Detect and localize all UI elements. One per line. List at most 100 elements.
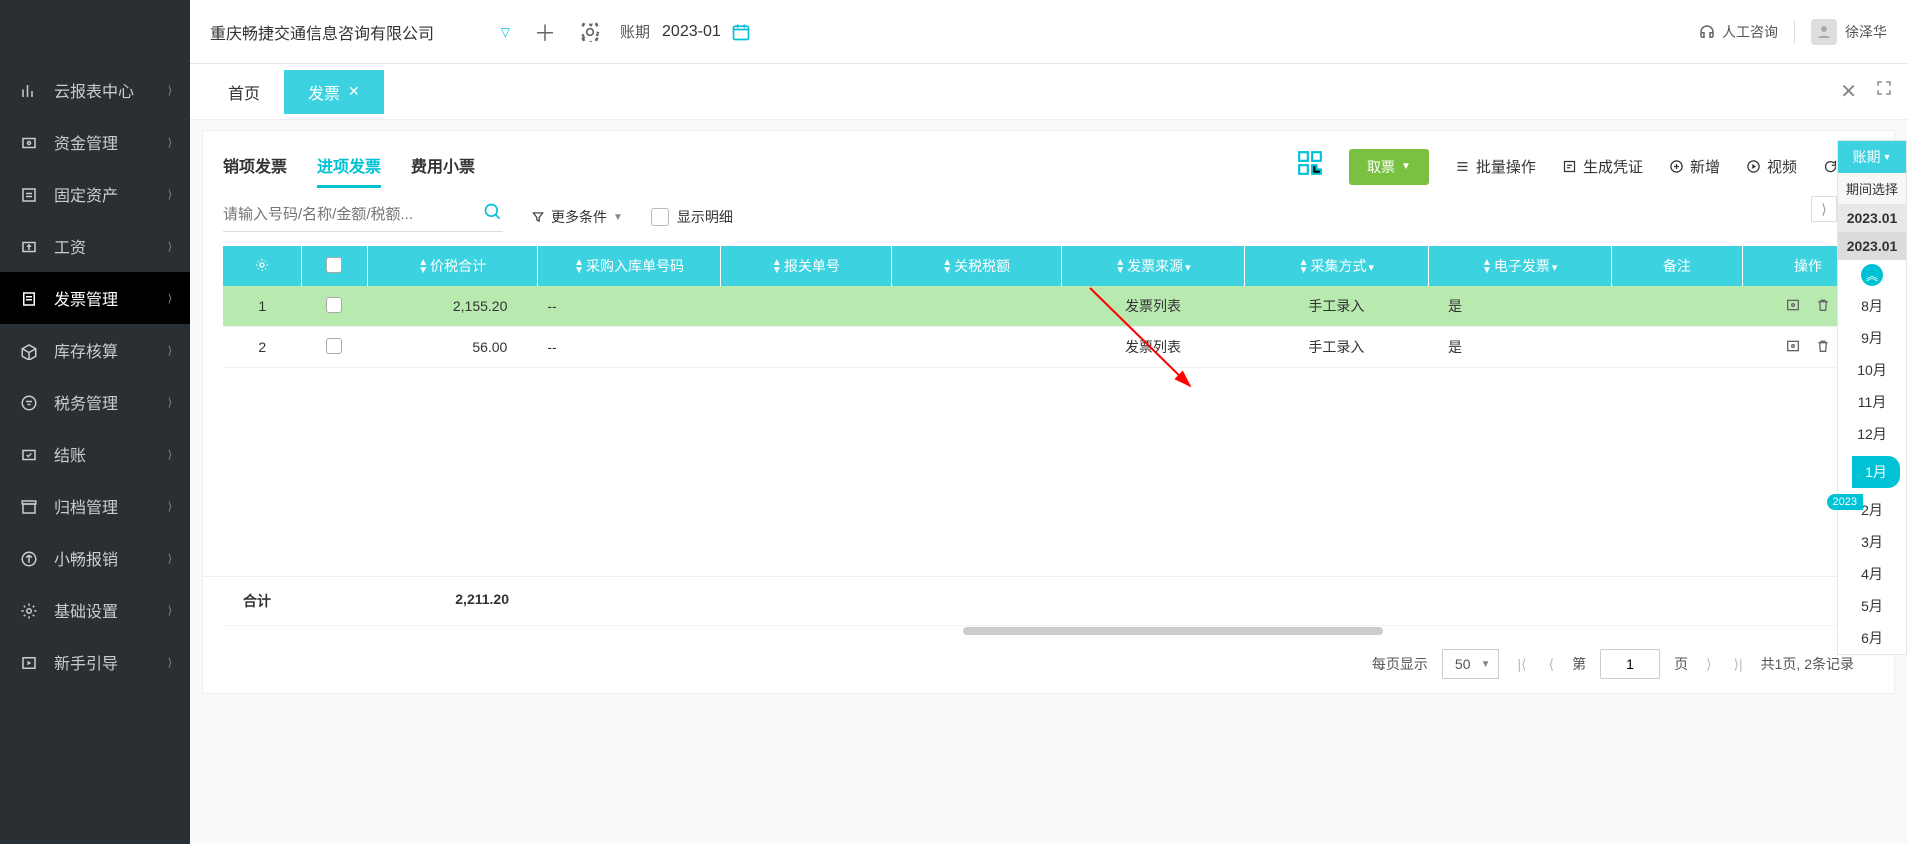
row-checkbox-cell bbox=[302, 327, 367, 368]
delete-icon[interactable] bbox=[1815, 338, 1831, 357]
period-collapse-button[interactable]: ⟩ bbox=[1811, 196, 1837, 222]
divider bbox=[1794, 20, 1795, 44]
next-page-button[interactable]: ⟩ bbox=[1702, 656, 1715, 673]
period-month[interactable]: 3月 bbox=[1838, 526, 1906, 558]
checkbox-icon[interactable] bbox=[326, 257, 342, 273]
period-month[interactable]: 9月 bbox=[1838, 322, 1906, 354]
list-icon bbox=[1455, 159, 1470, 174]
sort-icon: ▲▼ bbox=[942, 259, 952, 275]
period-month[interactable]: 8月 bbox=[1838, 290, 1906, 322]
page-input[interactable] bbox=[1600, 649, 1660, 679]
fetch-invoice-button[interactable]: 取票 ▼ bbox=[1349, 149, 1429, 185]
tab-首页[interactable]: 首页 bbox=[204, 70, 284, 114]
col-label: 电子发票 bbox=[1494, 258, 1550, 274]
last-page-button[interactable]: ⟩| bbox=[1730, 656, 1747, 673]
first-page-button[interactable]: |⟨ bbox=[1513, 656, 1530, 673]
sidebar-item-asset[interactable]: 固定资产⟩ bbox=[0, 168, 190, 220]
gear-icon[interactable] bbox=[580, 21, 600, 42]
chevron-down-icon: ▼ bbox=[1883, 152, 1892, 162]
close-tab-icon[interactable]: ✕ bbox=[1840, 79, 1857, 104]
sidebar-item-wage[interactable]: 工资⟩ bbox=[0, 220, 190, 272]
col-header[interactable] bbox=[302, 246, 367, 286]
col-header[interactable]: ▲▼采购入库单号码 bbox=[537, 246, 720, 286]
h-scrollbar[interactable] bbox=[223, 625, 1874, 635]
sidebar-item-chart[interactable]: 云报表中心⟩ bbox=[0, 64, 190, 116]
total-row: 合计 2,211.20 bbox=[203, 576, 1894, 625]
col-header[interactable]: ▲▼报关单号 bbox=[721, 246, 891, 286]
period-label: 账期 bbox=[620, 21, 650, 42]
gen-voucher-button[interactable]: 生成凭证 bbox=[1562, 156, 1643, 177]
subtab-进项发票[interactable]: 进项发票 bbox=[317, 145, 381, 188]
qr-icon[interactable] bbox=[1297, 150, 1323, 183]
period-month[interactable]: 11月 bbox=[1838, 386, 1906, 418]
period-month[interactable]: 6月 bbox=[1838, 622, 1906, 654]
tab-发票[interactable]: 发票✕ bbox=[284, 70, 384, 114]
sidebar-item-money[interactable]: 资金管理⟩ bbox=[0, 116, 190, 168]
more-conditions-button[interactable]: 更多条件 ▼ bbox=[531, 207, 623, 227]
user-menu[interactable]: 徐泽华 bbox=[1811, 19, 1887, 45]
table-row[interactable]: 12,155.20--发票列表手工录入是 bbox=[223, 286, 1874, 327]
checkbox-icon[interactable] bbox=[326, 338, 342, 354]
period-year-start[interactable]: 2023.01 bbox=[1838, 204, 1906, 232]
checkbox-icon bbox=[651, 208, 669, 226]
col-header[interactable]: ▲▼关税税额 bbox=[891, 246, 1061, 286]
period-year-end[interactable]: 2023.01 bbox=[1838, 232, 1906, 260]
sidebar-item-label: 基础设置 bbox=[54, 598, 118, 622]
period-month[interactable]: 1月 bbox=[1838, 450, 1906, 494]
chevron-down-icon: ▼ bbox=[613, 212, 623, 223]
add-button[interactable]: 新增 bbox=[1669, 156, 1720, 177]
sidebar-item-reimburse[interactable]: 小畅报销⟩ bbox=[0, 532, 190, 584]
sidebar-item-tax[interactable]: 税务管理⟩ bbox=[0, 376, 190, 428]
card: 销项发票进项发票费用小票 取票 ▼ 批量操作 生成凭证 bbox=[202, 130, 1895, 694]
chevron-right-icon: ⟩ bbox=[168, 500, 172, 513]
invoice-table: ▲▼价税合计▲▼采购入库单号码▲▼报关单号▲▼关税税额▲▼发票来源▾▲▼采集方式… bbox=[223, 246, 1874, 368]
show-detail-toggle[interactable]: 显示明细 bbox=[651, 207, 733, 227]
prev-page-button[interactable]: ⟨ bbox=[1545, 656, 1558, 673]
sidebar-item-stock[interactable]: 库存核算⟩ bbox=[0, 324, 190, 376]
batch-ops-button[interactable]: 批量操作 bbox=[1455, 156, 1536, 177]
cell-amount: 56.00 bbox=[367, 327, 537, 368]
col-header[interactable]: 备注 bbox=[1611, 246, 1742, 286]
chevron-right-icon: ⟩ bbox=[168, 188, 172, 201]
tab-label: 首页 bbox=[228, 80, 260, 104]
period-month[interactable]: 12月 bbox=[1838, 418, 1906, 450]
search-icon[interactable] bbox=[483, 202, 503, 227]
subtab-销项发票[interactable]: 销项发票 bbox=[223, 145, 287, 188]
period-month[interactable]: 4月 bbox=[1838, 558, 1906, 590]
period-month[interactable]: 10月 bbox=[1838, 354, 1906, 386]
company-selector[interactable]: 重庆畅捷交通信息咨询有限公司 ▽ bbox=[210, 20, 510, 44]
chevron-right-icon: ⟩ bbox=[168, 292, 172, 305]
sidebar-item-close-period[interactable]: 结账⟩ bbox=[0, 428, 190, 480]
subtab-费用小票[interactable]: 费用小票 bbox=[411, 145, 475, 188]
sort-icon: ▲▼ bbox=[1115, 259, 1125, 275]
view-icon[interactable] bbox=[1785, 338, 1801, 357]
period-month[interactable]: 5月 bbox=[1838, 590, 1906, 622]
plus-circle-icon bbox=[1669, 159, 1684, 174]
page-size-select[interactable]: 50 ▼ bbox=[1442, 649, 1500, 679]
h-scrollbar-thumb[interactable] bbox=[963, 627, 1383, 635]
view-icon[interactable] bbox=[1785, 297, 1801, 316]
sidebar-item-invoice[interactable]: 发票管理⟩ bbox=[0, 272, 190, 324]
sidebar-item-settings[interactable]: 基础设置⟩ bbox=[0, 584, 190, 636]
sidebar-item-guide[interactable]: 新手引导⟩ bbox=[0, 636, 190, 688]
table-row[interactable]: 256.00--发票列表手工录入是 bbox=[223, 327, 1874, 368]
delete-icon[interactable] bbox=[1815, 297, 1831, 316]
support-link[interactable]: 人工咨询 bbox=[1698, 22, 1778, 42]
col-header[interactable]: ▲▼采集方式▾ bbox=[1245, 246, 1428, 286]
stock-icon bbox=[18, 340, 40, 361]
sidebar-item-archive[interactable]: 归档管理⟩ bbox=[0, 480, 190, 532]
avatar-icon bbox=[1811, 19, 1837, 45]
col-header[interactable] bbox=[223, 246, 302, 286]
plus-icon[interactable]: ＋ bbox=[534, 16, 556, 48]
calendar-icon[interactable] bbox=[731, 22, 751, 42]
close-icon[interactable]: ✕ bbox=[348, 83, 360, 100]
search-input[interactable] bbox=[223, 206, 483, 223]
col-header[interactable]: ▲▼价税合计 bbox=[367, 246, 537, 286]
checkbox-icon[interactable] bbox=[326, 297, 342, 313]
video-button[interactable]: 视频 bbox=[1746, 156, 1797, 177]
col-header[interactable]: ▲▼电子发票▾ bbox=[1428, 246, 1611, 286]
fullscreen-icon[interactable] bbox=[1875, 79, 1893, 104]
period-panel-head: 账期▼ bbox=[1838, 141, 1906, 173]
period-scroll-up[interactable]: ︽ bbox=[1838, 260, 1906, 290]
col-header[interactable]: ▲▼发票来源▾ bbox=[1061, 246, 1244, 286]
